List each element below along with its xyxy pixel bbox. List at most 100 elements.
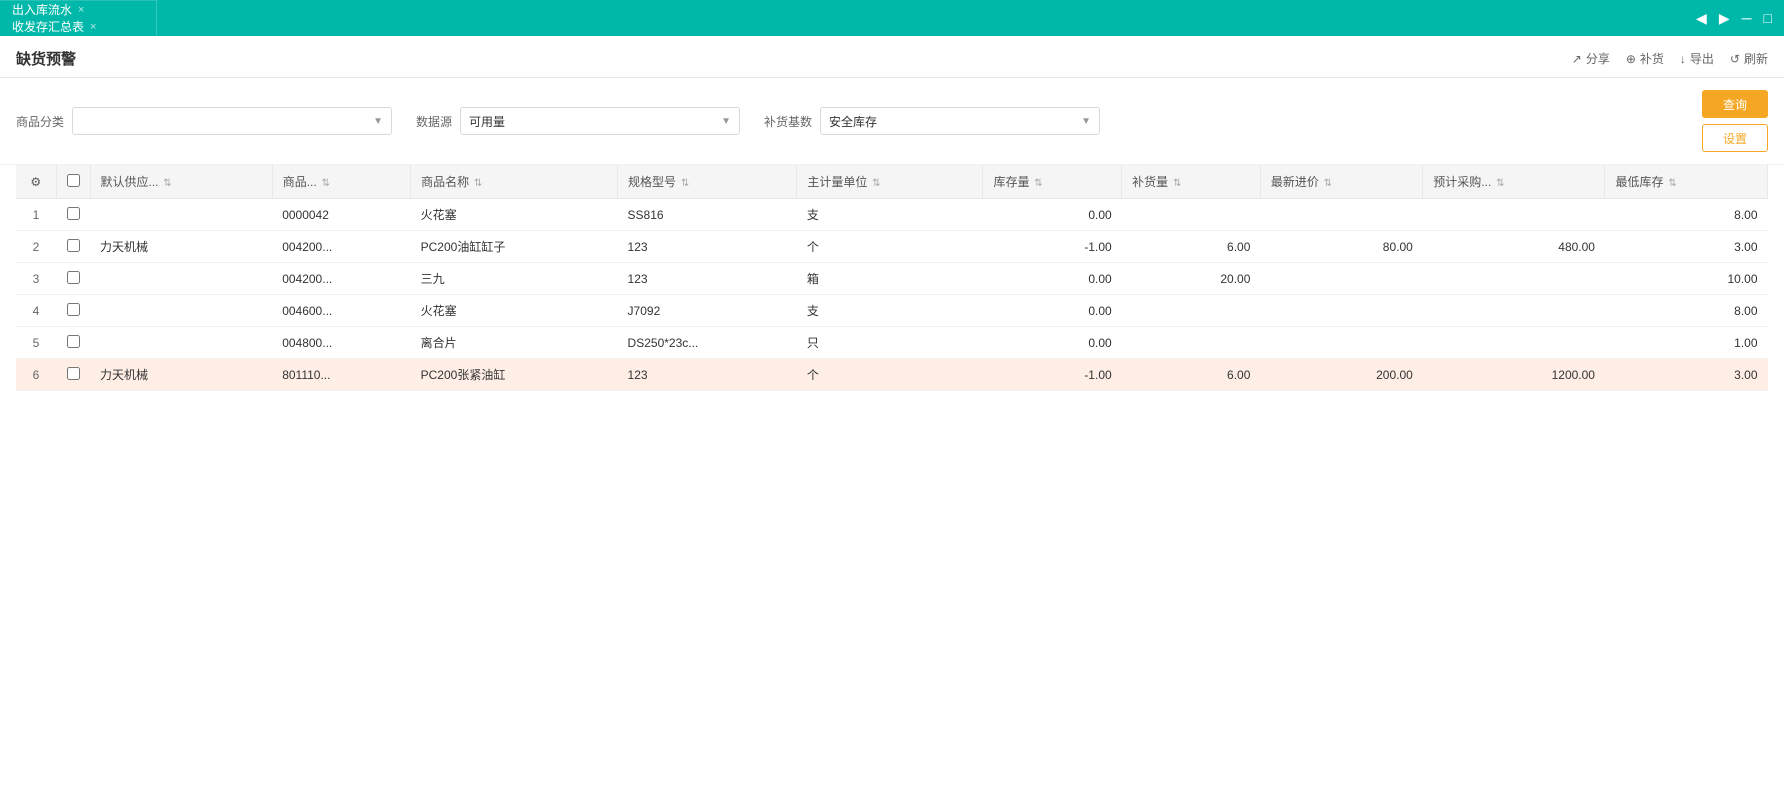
nav-item[interactable]: 收发存汇总表 × xyxy=(0,18,157,35)
cell-stock: 0.00 xyxy=(983,263,1122,295)
col-label: 补货量 xyxy=(1132,175,1168,189)
nav-next-btn[interactable]: ▶ xyxy=(1713,6,1736,31)
row-checkbox-cell[interactable] xyxy=(56,263,90,295)
row-checkbox-cell[interactable] xyxy=(56,199,90,231)
table-header: ⚙默认供应... ⇅商品... ⇅商品名称 ⇅规格型号 ⇅主计量单位 ⇅库存量 … xyxy=(16,165,1768,199)
sort-icon: ⇅ xyxy=(1666,178,1677,189)
刷新-icon: ↺ xyxy=(1730,52,1740,66)
table-select-all-col[interactable] xyxy=(56,165,90,199)
cell-product_code: 004200... xyxy=(272,231,410,263)
cell-min_stock: 3.00 xyxy=(1605,359,1768,391)
cell-latest_price: 200.00 xyxy=(1260,359,1422,391)
sort-icon: ⇅ xyxy=(1493,178,1504,189)
cell-replenish xyxy=(1122,199,1261,231)
nav-item[interactable]: 出入库流水× xyxy=(0,1,157,18)
datasource-select-arrow-icon: ▼ xyxy=(721,116,731,127)
cell-estimated_purchase: 480.00 xyxy=(1423,231,1605,263)
row-checkbox[interactable] xyxy=(67,335,80,348)
filter-area: 商品分类 ▼ 数据源 可用量 ▼ 补货基数 安全库存 ▼ 查询 设置 xyxy=(0,78,1784,165)
cell-unit: 支 xyxy=(797,295,983,327)
nav-close-icon[interactable]: × xyxy=(78,4,84,16)
补货-icon: ⊕ xyxy=(1626,52,1636,66)
settings-button[interactable]: 设置 xyxy=(1702,124,1768,152)
cell-product_name: 火花塞 xyxy=(411,295,618,327)
nav-maximize-btn[interactable]: □ xyxy=(1758,6,1778,30)
col-label: 最低库存 xyxy=(1615,175,1663,189)
cell-default_supplier: 力天机械 xyxy=(90,231,272,263)
row-checkbox[interactable] xyxy=(67,239,80,252)
cell-latest_price xyxy=(1260,199,1422,231)
col-product_name[interactable]: 商品名称 ⇅ xyxy=(411,165,618,199)
col-label: 规格型号 xyxy=(628,175,676,189)
row-checkbox-cell[interactable] xyxy=(56,327,90,359)
col-label: 库存量 xyxy=(993,175,1029,189)
replenish-select-value: 安全库存 xyxy=(829,113,1073,130)
header-action-分享[interactable]: ↗分享 xyxy=(1572,50,1610,67)
cell-replenish xyxy=(1122,295,1261,327)
table-settings-col[interactable]: ⚙ xyxy=(16,165,56,199)
col-product_code[interactable]: 商品... ⇅ xyxy=(272,165,410,199)
row-checkbox[interactable] xyxy=(67,271,80,284)
row-checkbox-cell[interactable] xyxy=(56,295,90,327)
col-default_supplier[interactable]: 默认供应... ⇅ xyxy=(90,165,272,199)
col-label: 默认供应... xyxy=(101,175,159,189)
nav-bar: 首页拣货异常处理×现存量（库存状况表）×现存量（库存分布表）×库存批次账×出入库… xyxy=(0,0,1784,36)
table-container: ⚙默认供应... ⇅商品... ⇅商品名称 ⇅规格型号 ⇅主计量单位 ⇅库存量 … xyxy=(0,165,1784,407)
replenish-label: 补货基数 xyxy=(764,113,812,130)
row-number: 4 xyxy=(16,295,56,327)
cell-min_stock: 3.00 xyxy=(1605,231,1768,263)
query-button[interactable]: 查询 xyxy=(1702,90,1768,118)
cell-spec: 123 xyxy=(618,263,797,295)
cell-spec: J7092 xyxy=(618,295,797,327)
category-filter-group: 商品分类 ▼ xyxy=(16,107,392,135)
header-action-导出[interactable]: ↓导出 xyxy=(1680,50,1714,67)
cell-min_stock: 8.00 xyxy=(1605,295,1768,327)
row-checkbox[interactable] xyxy=(67,207,80,220)
row-number: 5 xyxy=(16,327,56,359)
col-replenish[interactable]: 补货量 ⇅ xyxy=(1122,165,1261,199)
cell-estimated_purchase: 1200.00 xyxy=(1423,359,1605,391)
category-select[interactable]: ▼ xyxy=(72,107,392,135)
cell-stock: 0.00 xyxy=(983,295,1122,327)
col-estimated_purchase[interactable]: 预计采购... ⇅ xyxy=(1423,165,1605,199)
cell-replenish: 6.00 xyxy=(1122,359,1261,391)
row-number: 1 xyxy=(16,199,56,231)
table-row: 5004800...离合片DS250*23c...只0.001.00 xyxy=(16,327,1768,359)
data-table: ⚙默认供应... ⇅商品... ⇅商品名称 ⇅规格型号 ⇅主计量单位 ⇅库存量 … xyxy=(16,165,1768,391)
row-checkbox[interactable] xyxy=(67,303,80,316)
col-min_stock[interactable]: 最低库存 ⇅ xyxy=(1605,165,1768,199)
row-checkbox-cell[interactable] xyxy=(56,359,90,391)
header-actions: ↗分享 ⊕补货 ↓导出 ↺刷新 xyxy=(1572,50,1768,67)
cell-stock: -1.00 xyxy=(983,231,1122,263)
cell-product_code: 0000042 xyxy=(272,199,410,231)
nav-item-label: 要货单统计表 xyxy=(12,35,84,36)
nav-prev-btn[interactable]: ◀ xyxy=(1690,6,1713,31)
col-label: 商品... xyxy=(283,175,317,189)
nav-minimize-btn[interactable]: ─ xyxy=(1736,6,1758,30)
col-unit[interactable]: 主计量单位 ⇅ xyxy=(797,165,983,199)
table-row: 6力天机械801110...PC200张紧油缸123个-1.006.00200.… xyxy=(16,359,1768,391)
col-stock[interactable]: 库存量 ⇅ xyxy=(983,165,1122,199)
replenish-select[interactable]: 安全库存 ▼ xyxy=(820,107,1100,135)
col-spec[interactable]: 规格型号 ⇅ xyxy=(618,165,797,199)
row-checkbox-cell[interactable] xyxy=(56,231,90,263)
sort-icon: ⇅ xyxy=(471,178,482,189)
nav-item[interactable]: 要货单统计表× xyxy=(0,35,157,36)
nav-close-icon[interactable]: × xyxy=(90,21,96,33)
header-action-刷新[interactable]: ↺刷新 xyxy=(1730,50,1768,67)
col-label: 最新进价 xyxy=(1271,175,1319,189)
select-all-checkbox[interactable] xyxy=(67,174,80,187)
row-checkbox[interactable] xyxy=(67,367,80,380)
cell-default_supplier xyxy=(90,327,272,359)
replenish-select-arrow-icon: ▼ xyxy=(1081,116,1091,127)
cell-spec: 123 xyxy=(618,231,797,263)
cell-min_stock: 10.00 xyxy=(1605,263,1768,295)
cell-product_name: 火花塞 xyxy=(411,199,618,231)
page-title: 缺货预警 xyxy=(16,48,1572,69)
col-latest_price[interactable]: 最新进价 ⇅ xyxy=(1260,165,1422,199)
nav-item-label: 收发存汇总表 xyxy=(12,18,84,35)
cell-product_code: 004200... xyxy=(272,263,410,295)
datasource-select[interactable]: 可用量 ▼ xyxy=(460,107,740,135)
header-action-补货[interactable]: ⊕补货 xyxy=(1626,50,1664,67)
row-number: 6 xyxy=(16,359,56,391)
